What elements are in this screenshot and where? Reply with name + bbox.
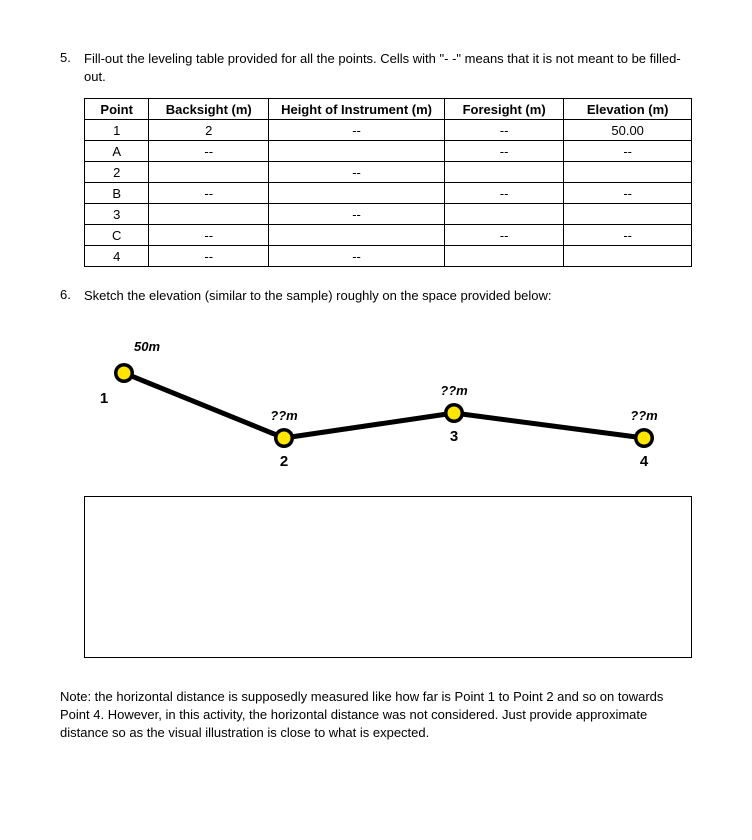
cell-point: 1 — [85, 120, 149, 141]
cell-hi: -- — [269, 120, 445, 141]
q5-text: Fill-out the leveling table provided for… — [84, 50, 692, 86]
th-height-instrument: Height of Instrument (m) — [269, 99, 445, 120]
sketch-node-inner — [638, 431, 651, 444]
sketch-elev-label: ??m — [440, 383, 468, 398]
cell-el: -- — [564, 141, 692, 162]
table-header-row: Point Backsight (m) Height of Instrument… — [85, 99, 692, 120]
th-foresight: Foresight (m) — [444, 99, 563, 120]
cell-point: 4 — [85, 246, 149, 267]
cell-point: C — [85, 225, 149, 246]
th-point: Point — [85, 99, 149, 120]
cell-bs: -- — [149, 183, 269, 204]
cell-el — [564, 162, 692, 183]
cell-point: 2 — [85, 162, 149, 183]
sample-sketch-area: 50m 1 ??m 2 ??m 3 ??m 4 — [84, 318, 692, 488]
cell-fs: -- — [444, 183, 563, 204]
table-row: A -- -- -- — [85, 141, 692, 162]
sketch-elev-label: ??m — [630, 408, 658, 423]
leveling-table: Point Backsight (m) Height of Instrument… — [84, 98, 692, 267]
th-elevation: Elevation (m) — [564, 99, 692, 120]
cell-el: -- — [564, 225, 692, 246]
cell-fs: -- — [444, 120, 563, 141]
cell-bs: -- — [149, 246, 269, 267]
table-row: 3 -- — [85, 204, 692, 225]
cell-fs: -- — [444, 141, 563, 162]
q5-text-b: - - — [444, 51, 456, 66]
cell-el: -- — [564, 183, 692, 204]
q6-number: 6. — [60, 287, 84, 302]
cell-el — [564, 246, 692, 267]
note-text: Note: the horizontal distance is suppose… — [60, 688, 692, 743]
sketch-elev-label: 50m — [134, 339, 160, 354]
cell-fs — [444, 162, 563, 183]
cell-hi: -- — [269, 246, 445, 267]
sketch-points: 50m 1 ??m 2 ??m 3 ??m 4 — [100, 339, 658, 470]
cell-bs: -- — [149, 225, 269, 246]
sketch-polyline — [124, 373, 644, 438]
cell-el: 50.00 — [564, 120, 692, 141]
q5-number: 5. — [60, 50, 84, 65]
cell-fs — [444, 204, 563, 225]
sketch-elev-label: ??m — [270, 408, 298, 423]
cell-hi: -- — [269, 162, 445, 183]
sketch-node-inner — [278, 431, 291, 444]
question-6: 6. Sketch the elevation (similar to the … — [60, 287, 692, 657]
cell-fs — [444, 246, 563, 267]
sketch-point-label: 3 — [450, 428, 458, 445]
table-row: C -- -- -- — [85, 225, 692, 246]
q5-text-a: Fill-out the leveling table provided for… — [84, 51, 444, 66]
cell-bs: -- — [149, 141, 269, 162]
cell-hi — [269, 141, 445, 162]
answer-box — [84, 496, 692, 658]
cell-bs: 2 — [149, 120, 269, 141]
cell-fs: -- — [444, 225, 563, 246]
cell-bs — [149, 162, 269, 183]
cell-point: 3 — [85, 204, 149, 225]
table-row: 1 2 -- -- 50.00 — [85, 120, 692, 141]
table-row: B -- -- -- — [85, 183, 692, 204]
sketch-point-label: 1 — [100, 390, 108, 407]
sample-sketch-svg: 50m 1 ??m 2 ??m 3 ??m 4 — [84, 318, 684, 488]
table-row: 2 -- — [85, 162, 692, 183]
sketch-point-label: 2 — [280, 453, 288, 470]
q6-text: Sketch the elevation (similar to the sam… — [84, 287, 692, 305]
cell-hi: -- — [269, 204, 445, 225]
sketch-node-inner — [448, 406, 461, 419]
table-row: 4 -- -- — [85, 246, 692, 267]
cell-hi — [269, 183, 445, 204]
cell-el — [564, 204, 692, 225]
cell-hi — [269, 225, 445, 246]
sketch-node-inner — [118, 366, 131, 379]
th-backsight: Backsight (m) — [149, 99, 269, 120]
sketch-point-label: 4 — [640, 453, 649, 470]
cell-point: A — [85, 141, 149, 162]
question-5: 5. Fill-out the leveling table provided … — [60, 50, 692, 267]
cell-bs — [149, 204, 269, 225]
cell-point: B — [85, 183, 149, 204]
